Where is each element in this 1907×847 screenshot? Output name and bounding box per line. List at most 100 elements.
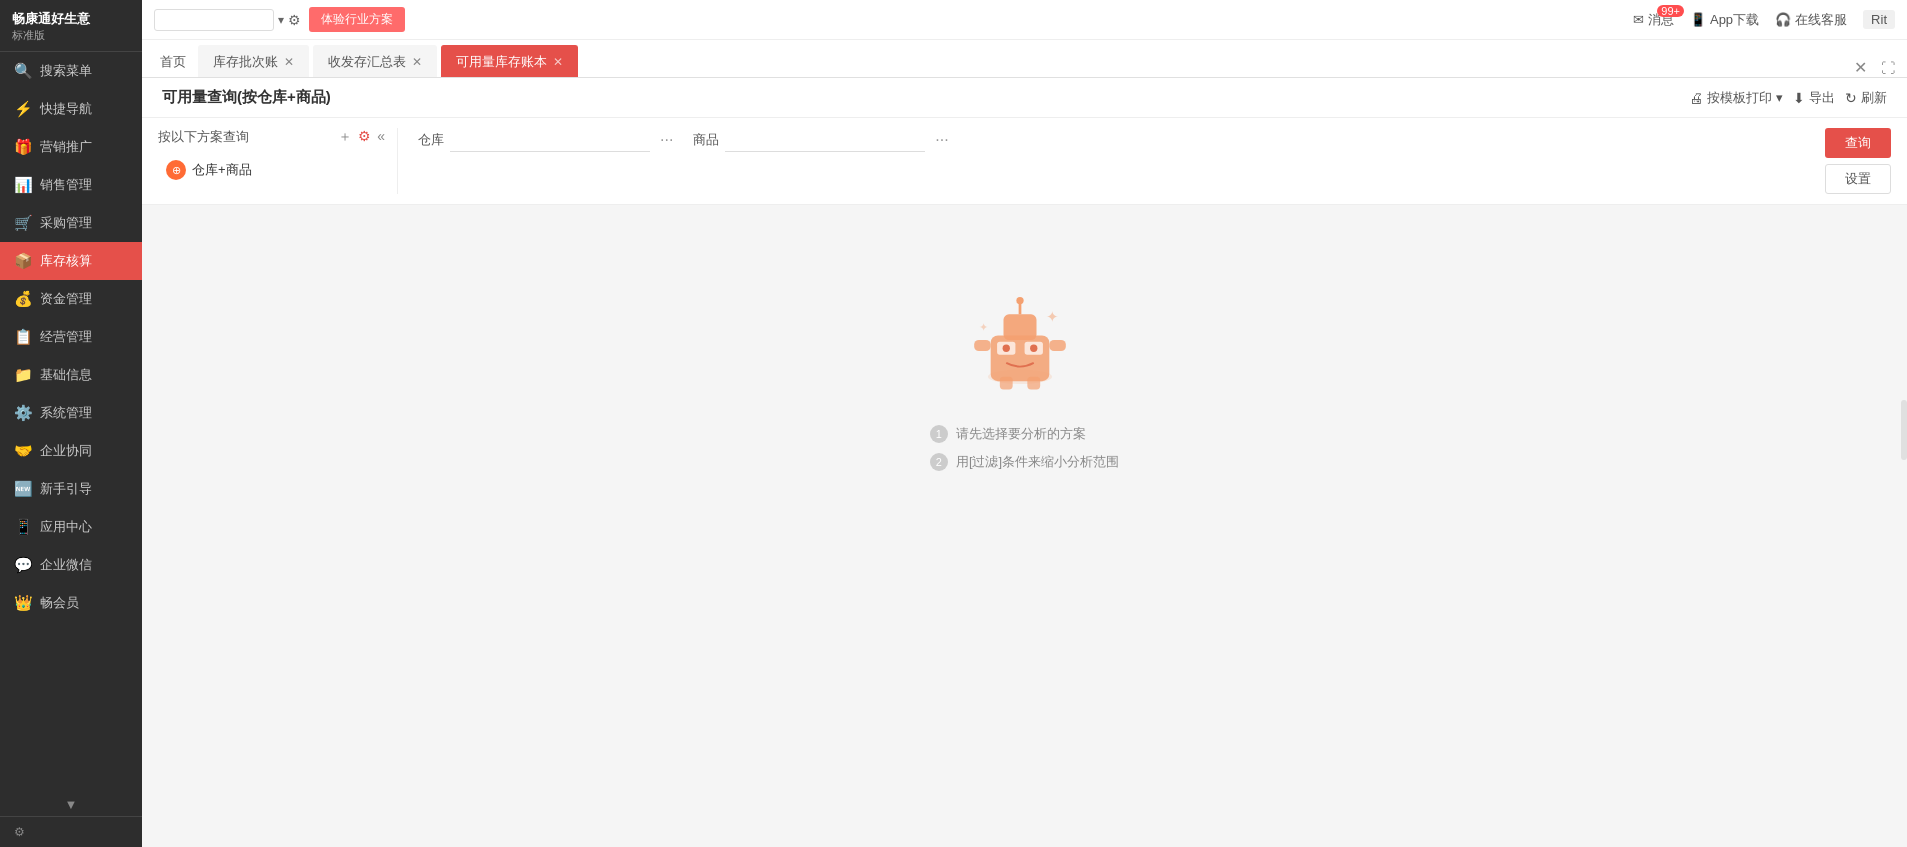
sidebar-item-cooperation[interactable]: 🤝 企业协同 — [0, 432, 142, 470]
sidebar-item-label: 企业协同 — [40, 442, 92, 460]
goods-input[interactable] — [725, 128, 925, 152]
sidebar-item-label: 经营管理 — [40, 328, 92, 346]
page-header-actions: 🖨 按模板打印 ▾ ⬇ 导出 ↻ 刷新 — [1689, 89, 1887, 107]
warehouse-more-icon[interactable]: ··· — [660, 131, 673, 149]
tab-batch-close[interactable]: ✕ — [284, 55, 294, 69]
tip-num-1: 1 — [930, 425, 948, 443]
username-label: Rit — [1871, 12, 1887, 27]
print-dropdown-icon[interactable]: ▾ — [1776, 90, 1783, 105]
sidebar-item-sales[interactable]: 📊 销售管理 — [0, 166, 142, 204]
query-button[interactable]: 查询 — [1825, 128, 1891, 158]
tabs-expand[interactable]: ⛶ — [1877, 60, 1899, 76]
trial-button[interactable]: 体验行业方案 — [309, 7, 405, 32]
top-search-input[interactable] — [154, 9, 274, 31]
sidebar-item-search[interactable]: 🔍 搜索菜单 — [0, 52, 142, 90]
sidebar-item-member[interactable]: 👑 畅会员 — [0, 584, 142, 622]
print-label: 按模板打印 — [1707, 89, 1772, 107]
app-title: 畅康通好生意 — [12, 10, 130, 28]
svg-point-4 — [1002, 345, 1009, 352]
add-scheme-button[interactable]: ＋ — [338, 128, 352, 146]
collapse-button[interactable]: « — [377, 128, 385, 146]
export-icon: ⬇ — [1793, 90, 1805, 106]
content-area: 可用量查询(按仓库+商品) 🖨 按模板打印 ▾ ⬇ 导出 ↻ 刷新 — [142, 78, 1907, 847]
sidebar-item-purchase[interactable]: 🛒 采购管理 — [0, 204, 142, 242]
cart-icon: 🛒 — [14, 214, 32, 232]
sidebar-item-wechat[interactable]: 💬 企业微信 — [0, 546, 142, 584]
scheme-item-warehouse-goods[interactable]: ⊕ 仓库+商品 — [158, 154, 385, 186]
tabs-bar: 首页 库存批次账 ✕ 收发存汇总表 ✕ 可用量库存账本 ✕ ✕ ⛶ — [142, 40, 1907, 78]
svg-text:✦: ✦ — [1045, 309, 1058, 325]
sidebar-item-label: 企业微信 — [40, 556, 92, 574]
tab-available-close[interactable]: ✕ — [553, 55, 563, 69]
sidebar-scroll-down[interactable]: ▼ — [0, 792, 142, 816]
service-button[interactable]: 🎧 在线客服 — [1775, 11, 1847, 29]
sidebar-item-label: 搜索菜单 — [40, 62, 92, 80]
search-dropdown-icon[interactable]: ▾ — [278, 13, 284, 27]
sidebar-item-guide[interactable]: 🆕 新手引导 — [0, 470, 142, 508]
tab-available-label: 可用量库存账本 — [456, 53, 547, 71]
message-icon: ✉ — [1633, 12, 1644, 27]
user-menu[interactable]: Rit — [1863, 10, 1895, 29]
export-label: 导出 — [1809, 89, 1835, 107]
sidebar-item-label: 资金管理 — [40, 290, 92, 308]
tab-receipts-close[interactable]: ✕ — [412, 55, 422, 69]
search-gear-icon[interactable]: ⚙ — [288, 12, 301, 28]
refresh-label: 刷新 — [1861, 89, 1887, 107]
sidebar-item-finance[interactable]: 💰 资金管理 — [0, 280, 142, 318]
export-button[interactable]: ⬇ 导出 — [1793, 89, 1835, 107]
tab-receipts-label: 收发存汇总表 — [328, 53, 406, 71]
sidebar-item-operation[interactable]: 📋 经营管理 — [0, 318, 142, 356]
filter-scheme-actions: ＋ ⚙ « — [338, 128, 385, 146]
sidebar-item-inventory[interactable]: 📦 库存核算 — [0, 242, 142, 280]
sidebar-item-apps[interactable]: 📱 应用中心 — [0, 508, 142, 546]
sidebar-item-shortcuts[interactable]: ⚡ 快捷导航 — [0, 90, 142, 128]
scheme-icon: ⊕ — [166, 160, 186, 180]
sidebar-item-label: 基础信息 — [40, 366, 92, 384]
app-subtitle: 标准版 — [12, 28, 130, 43]
tabs-right: ✕ ⛶ — [1848, 58, 1899, 77]
goods-more-icon[interactable]: ··· — [935, 131, 948, 149]
sidebar-item-label: 营销推广 — [40, 138, 92, 156]
sidebar-item-marketing[interactable]: 🎁 营销推广 — [0, 128, 142, 166]
page-title: 可用量查询(按仓库+商品) — [162, 88, 331, 107]
handshake-icon: 🤝 — [14, 442, 32, 460]
svg-rect-9 — [974, 340, 991, 351]
scheme-label: 仓库+商品 — [192, 161, 252, 179]
filter-action-buttons: 查询 设置 — [1825, 128, 1891, 194]
settings-button[interactable]: 设置 — [1825, 164, 1891, 194]
clipboard-icon: 📋 — [14, 328, 32, 346]
top-bar-right: ✉ 消息 99+ 📱 App下载 🎧 在线客服 Rit — [1633, 10, 1895, 29]
top-search-area: ▾ ⚙ — [154, 9, 301, 31]
warehouse-input[interactable] — [450, 128, 650, 152]
sidebar-item-label: 快捷导航 — [40, 100, 92, 118]
tab-receipts[interactable]: 收发存汇总表 ✕ — [313, 45, 437, 77]
app-download-button[interactable]: 📱 App下载 — [1690, 11, 1759, 29]
app-icon: 📱 — [1690, 12, 1706, 27]
tab-batch-label: 库存批次账 — [213, 53, 278, 71]
tip-text-2: 用[过滤]条件来缩小分析范围 — [956, 453, 1119, 471]
sidebar-header: 畅康通好生意 标准版 — [0, 0, 142, 52]
page-header: 可用量查询(按仓库+商品) 🖨 按模板打印 ▾ ⬇ 导出 ↻ 刷新 — [142, 78, 1907, 118]
goods-filter-group: 商品 ··· — [693, 128, 948, 152]
sidebar-item-system[interactable]: ⚙️ 系统管理 — [0, 394, 142, 432]
message-badge: 99+ — [1657, 5, 1684, 17]
tabs-close-all[interactable]: ✕ — [1848, 58, 1873, 77]
main-area: ▾ ⚙ 体验行业方案 ✉ 消息 99+ 📱 App下载 🎧 在线客服 — [142, 0, 1907, 847]
refresh-button[interactable]: ↻ 刷新 — [1845, 89, 1887, 107]
filter-schemes-title: 按以下方案查询 — [158, 128, 249, 146]
sidebar-item-label: 采购管理 — [40, 214, 92, 232]
app-label: App下载 — [1710, 11, 1759, 29]
settings-scheme-button[interactable]: ⚙ — [358, 128, 371, 146]
print-button[interactable]: 🖨 按模板打印 ▾ — [1689, 89, 1783, 107]
new-icon: 🆕 — [14, 480, 32, 498]
tab-home[interactable]: 首页 — [150, 46, 196, 77]
warehouse-label: 仓库 — [418, 131, 444, 149]
goods-label: 商品 — [693, 131, 719, 149]
box-icon: 📦 — [14, 252, 32, 270]
message-button[interactable]: ✉ 消息 99+ — [1633, 11, 1674, 29]
sidebar-item-basic[interactable]: 📁 基础信息 — [0, 356, 142, 394]
empty-state: ✦ ✦ 1 请先选择要分析的方案 2 用[过滤]条件来缩小分析范围 — [142, 205, 1907, 561]
tab-batch[interactable]: 库存批次账 ✕ — [198, 45, 309, 77]
tab-available[interactable]: 可用量库存账本 ✕ — [441, 45, 578, 77]
tip-num-2: 2 — [930, 453, 948, 471]
